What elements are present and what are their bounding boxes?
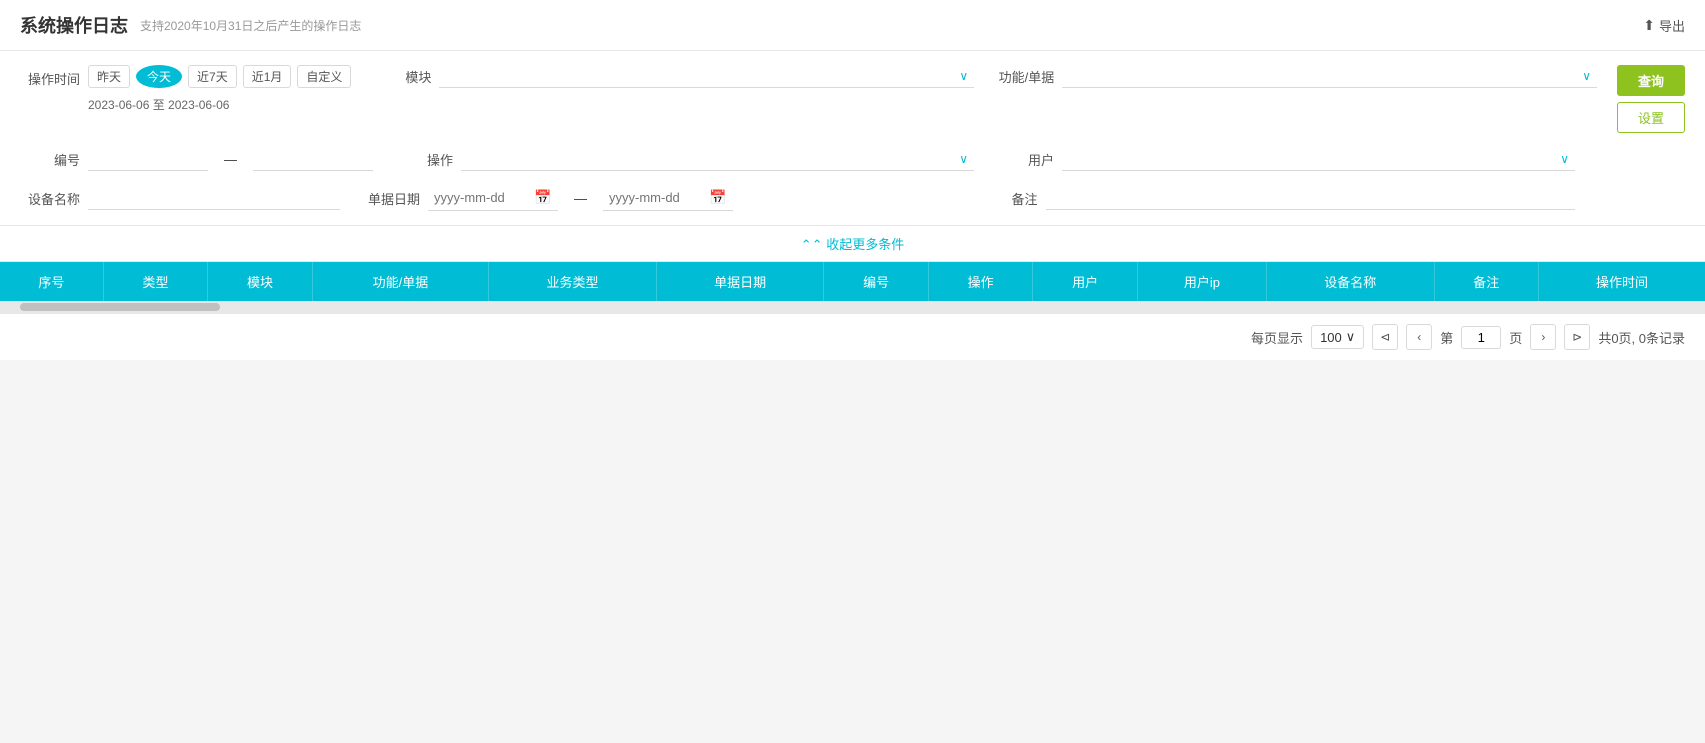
page-size-arrow-icon: ∨: [1346, 329, 1356, 345]
device-input[interactable]: [88, 186, 340, 210]
page-size-label: 每页显示: [1251, 328, 1303, 347]
collapse-label: 收起更多条件: [826, 237, 904, 252]
func-label: 功能/单据: [994, 67, 1054, 86]
action-buttons: 查询 设置: [1617, 65, 1685, 133]
operation-label: 操作: [393, 150, 453, 169]
export-icon: ⬆: [1643, 17, 1655, 34]
operation-arrow-icon: ∨: [959, 152, 968, 166]
table-header-cell: 类型: [103, 262, 207, 301]
table-header-cell: 用户: [1033, 262, 1137, 301]
module-select[interactable]: ∨: [439, 65, 974, 88]
table-header-cell: 操作: [928, 262, 1032, 301]
table-header-cell: 功能/单据: [312, 262, 488, 301]
custom-btn[interactable]: 自定义: [297, 65, 351, 88]
user-label: 用户: [994, 150, 1054, 169]
query-button[interactable]: 查询: [1617, 65, 1685, 96]
doc-date-from-wrap: 📅: [428, 185, 558, 211]
table-header-cell: 单据日期: [656, 262, 824, 301]
remark-label: 备注: [978, 189, 1038, 208]
doc-date-from-input[interactable]: [434, 190, 534, 205]
settings-button[interactable]: 设置: [1617, 102, 1685, 133]
code-label: 编号: [20, 150, 80, 169]
table-header-cell: 备注: [1434, 262, 1538, 301]
code-input-from[interactable]: [88, 147, 208, 171]
user-select[interactable]: ∨: [1062, 148, 1575, 171]
page-label: 第: [1440, 328, 1453, 347]
table-header-cell: 设备名称: [1266, 262, 1434, 301]
last-page-btn[interactable]: ⊳: [1564, 324, 1590, 350]
table-header-cell: 序号: [0, 262, 103, 301]
collapse-bar[interactable]: ⌃⌃ 收起更多条件: [0, 226, 1705, 262]
module-label: 模块: [371, 67, 431, 86]
export-button[interactable]: ⬆ 导出: [1643, 16, 1685, 35]
code-input-to[interactable]: [253, 147, 373, 171]
calendar-from-icon[interactable]: 📅: [534, 189, 551, 206]
time-label: 操作时间: [20, 65, 80, 88]
time-filter-group: 昨天 今天 近7天 近1月 自定义 2023-06-06 至 2023-06-0…: [88, 65, 351, 113]
page-num-input[interactable]: [1461, 326, 1501, 349]
doc-date-label: 单据日期: [360, 189, 420, 208]
pagination-bar: 每页显示 100 ∨ ⊲ ‹ 第 页 › ⊳ 共0页, 0条记录: [0, 313, 1705, 360]
table-header-cell: 操作时间: [1539, 262, 1705, 301]
total-info: 共0页, 0条记录: [1598, 328, 1685, 347]
scrollbar-thumb[interactable]: [20, 303, 220, 311]
filter-section: 操作时间 昨天 今天 近7天 近1月 自定义 2023-06-06 至 2023…: [0, 51, 1705, 226]
yesterday-btn[interactable]: 昨天: [88, 65, 130, 88]
func-select[interactable]: ∨: [1062, 65, 1597, 88]
page-suffix: 页: [1509, 328, 1522, 347]
scrollbar-area[interactable]: [0, 301, 1705, 313]
table-header-cell: 用户ip: [1137, 262, 1266, 301]
calendar-to-icon[interactable]: 📅: [709, 189, 726, 206]
export-label: 导出: [1659, 16, 1685, 35]
operation-select[interactable]: ∨: [461, 148, 974, 171]
page-size-select[interactable]: 100 ∨: [1311, 325, 1364, 349]
table-header: 序号类型模块功能/单据业务类型单据日期编号操作用户用户ip设备名称备注操作时间: [0, 262, 1705, 301]
collapse-icon: ⌃⌃: [801, 237, 823, 252]
page-title: 系统操作日志: [20, 12, 128, 38]
page-size-value: 100: [1320, 330, 1342, 345]
remark-input[interactable]: [1046, 186, 1576, 210]
next-page-btn[interactable]: ›: [1530, 324, 1556, 350]
last1month-btn[interactable]: 近1月: [243, 65, 292, 88]
doc-date-to-input[interactable]: [609, 190, 709, 205]
module-arrow-icon: ∨: [959, 69, 968, 83]
table-header-cell: 模块: [208, 262, 312, 301]
func-arrow-icon: ∨: [1582, 69, 1591, 83]
table-header-cell: 业务类型: [489, 262, 657, 301]
first-page-btn[interactable]: ⊲: [1372, 324, 1398, 350]
table-header-cell: 编号: [824, 262, 928, 301]
date-range: 2023-06-06 至 2023-06-06: [88, 96, 351, 113]
today-btn[interactable]: 今天: [136, 65, 182, 88]
page-subtitle: 支持2020年10月31日之后产生的操作日志: [140, 17, 361, 34]
user-arrow-icon: ∨: [1560, 152, 1569, 166]
data-table: 序号类型模块功能/单据业务类型单据日期编号操作用户用户ip设备名称备注操作时间: [0, 262, 1705, 301]
page-header: 系统操作日志 支持2020年10月31日之后产生的操作日志 ⬆ 导出: [0, 0, 1705, 51]
doc-date-to-wrap: 📅: [603, 185, 733, 211]
last7-btn[interactable]: 近7天: [188, 65, 237, 88]
prev-page-btn[interactable]: ‹: [1406, 324, 1432, 350]
table-container: 序号类型模块功能/单据业务类型单据日期编号操作用户用户ip设备名称备注操作时间: [0, 262, 1705, 301]
device-label: 设备名称: [20, 189, 80, 208]
